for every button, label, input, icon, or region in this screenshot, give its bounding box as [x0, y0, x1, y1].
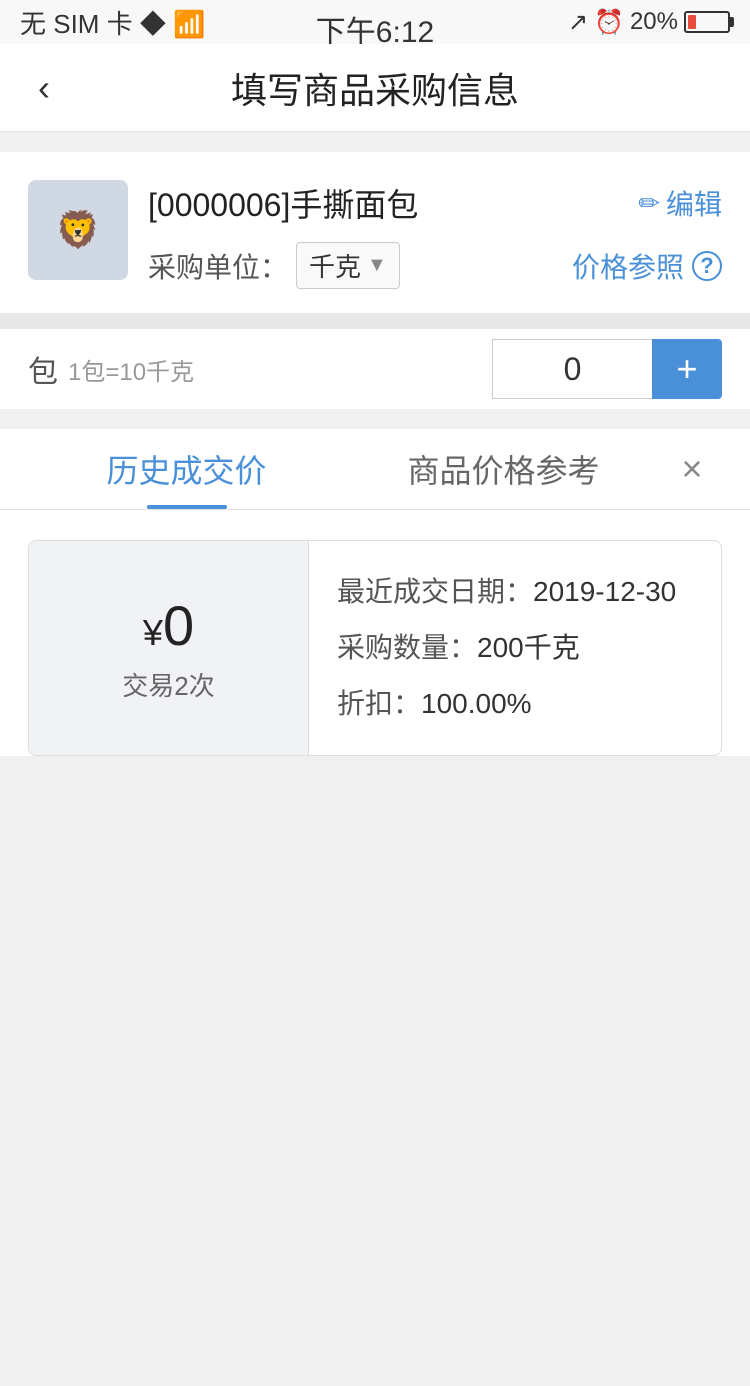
section-divider	[0, 313, 750, 329]
tabs-header: 历史成交价 商品价格参考 ×	[0, 429, 750, 510]
product-card: 🦁 [0000006]手撕面包 ✏ 编辑 采购单位： 千克 ▼	[0, 152, 750, 313]
quantity-row: 包 1包=10千克 +	[0, 329, 750, 409]
price-card: ¥0 交易2次 最近成交日期：2019-12-30 采购数量：200千克 折扣：…	[28, 540, 722, 756]
tab-close-button[interactable]: ×	[662, 429, 722, 509]
location-icon: ↗	[568, 8, 588, 37]
unit-select[interactable]: 千克 ▼	[296, 242, 400, 289]
product-logo: 🦁	[56, 209, 101, 251]
quantity-unit-label: 包	[28, 347, 58, 391]
dropdown-arrow-icon: ▼	[367, 254, 387, 277]
discount-label: 折扣：	[337, 688, 421, 719]
help-icon: ?	[692, 251, 722, 281]
quantity-plus-button[interactable]: +	[652, 339, 722, 399]
product-name: [0000006]手撕面包	[148, 180, 418, 226]
price-summary: ¥0 交易2次	[29, 541, 309, 755]
status-right-icons: ↗ ⏰ 20%	[568, 8, 730, 37]
edit-icon: ✏	[638, 188, 660, 219]
tab-history-price-label: 历史成交价	[106, 446, 266, 492]
tab-history-price[interactable]: 历史成交价	[28, 429, 345, 509]
product-thumbnail: 🦁	[28, 180, 128, 280]
discount-value: 100.00%	[421, 688, 532, 719]
currency-symbol: ¥	[143, 612, 163, 653]
purchase-qty-label: 采购数量：	[337, 632, 477, 663]
quantity-controls: +	[492, 339, 722, 399]
edit-button[interactable]: ✏ 编辑	[638, 183, 722, 223]
product-header: 🦁 [0000006]手撕面包 ✏ 编辑 采购单位： 千克 ▼	[28, 180, 722, 289]
tab-product-price-ref[interactable]: 商品价格参考	[345, 429, 662, 509]
unit-label: 采购单位：	[148, 246, 288, 286]
price-amount: ¥0	[143, 593, 194, 658]
status-bar: 无 SIM 卡 ◆ 📶 下午6:12 ↗ ⏰ 20%	[0, 0, 750, 44]
price-value: 0	[163, 594, 194, 657]
page-title: 填写商品采购信息	[231, 62, 519, 114]
battery-icon	[684, 11, 730, 33]
quantity-hint: 1包=10千克	[68, 352, 194, 387]
recent-date-row: 最近成交日期：2019-12-30	[337, 571, 693, 613]
battery-fill	[688, 15, 696, 29]
plus-icon: +	[676, 348, 697, 390]
price-ref-label: 价格参照	[572, 246, 684, 286]
product-info: [0000006]手撕面包 ✏ 编辑 采购单位： 千克 ▼ 价格参照	[148, 180, 722, 289]
product-title-row: [0000006]手撕面包 ✏ 编辑	[148, 180, 722, 226]
alarm-icon: ⏰	[594, 8, 624, 37]
nav-bar: ‹ 填写商品采购信息	[0, 44, 750, 132]
close-icon: ×	[681, 448, 702, 490]
tabs-section: 历史成交价 商品价格参考 × ¥0 交易2次 最近成交日期：2019-12-30…	[0, 429, 750, 756]
price-ref-button[interactable]: 价格参照 ?	[572, 246, 722, 286]
product-unit-row: 采购单位： 千克 ▼ 价格参照 ?	[148, 242, 722, 289]
edit-label: 编辑	[666, 183, 722, 223]
price-transactions: 交易2次	[122, 666, 214, 703]
tab-product-price-ref-label: 商品价格参考	[407, 446, 599, 492]
recent-date-value: 2019-12-30	[533, 576, 676, 607]
back-button[interactable]: ‹	[28, 57, 60, 119]
discount-row: 折扣：100.00%	[337, 683, 693, 725]
price-details: 最近成交日期：2019-12-30 采购数量：200千克 折扣：100.00%	[309, 541, 721, 755]
quantity-input[interactable]	[492, 339, 652, 399]
recent-date-label: 最近成交日期：	[337, 576, 533, 607]
status-carrier: 无 SIM 卡 ◆ 📶	[20, 4, 206, 41]
main-content-area	[0, 786, 750, 1386]
unit-value: 千克	[309, 247, 361, 284]
battery-percent: 20%	[630, 8, 678, 36]
purchase-qty-row: 采购数量：200千克	[337, 627, 693, 669]
purchase-qty-value: 200千克	[477, 632, 580, 663]
